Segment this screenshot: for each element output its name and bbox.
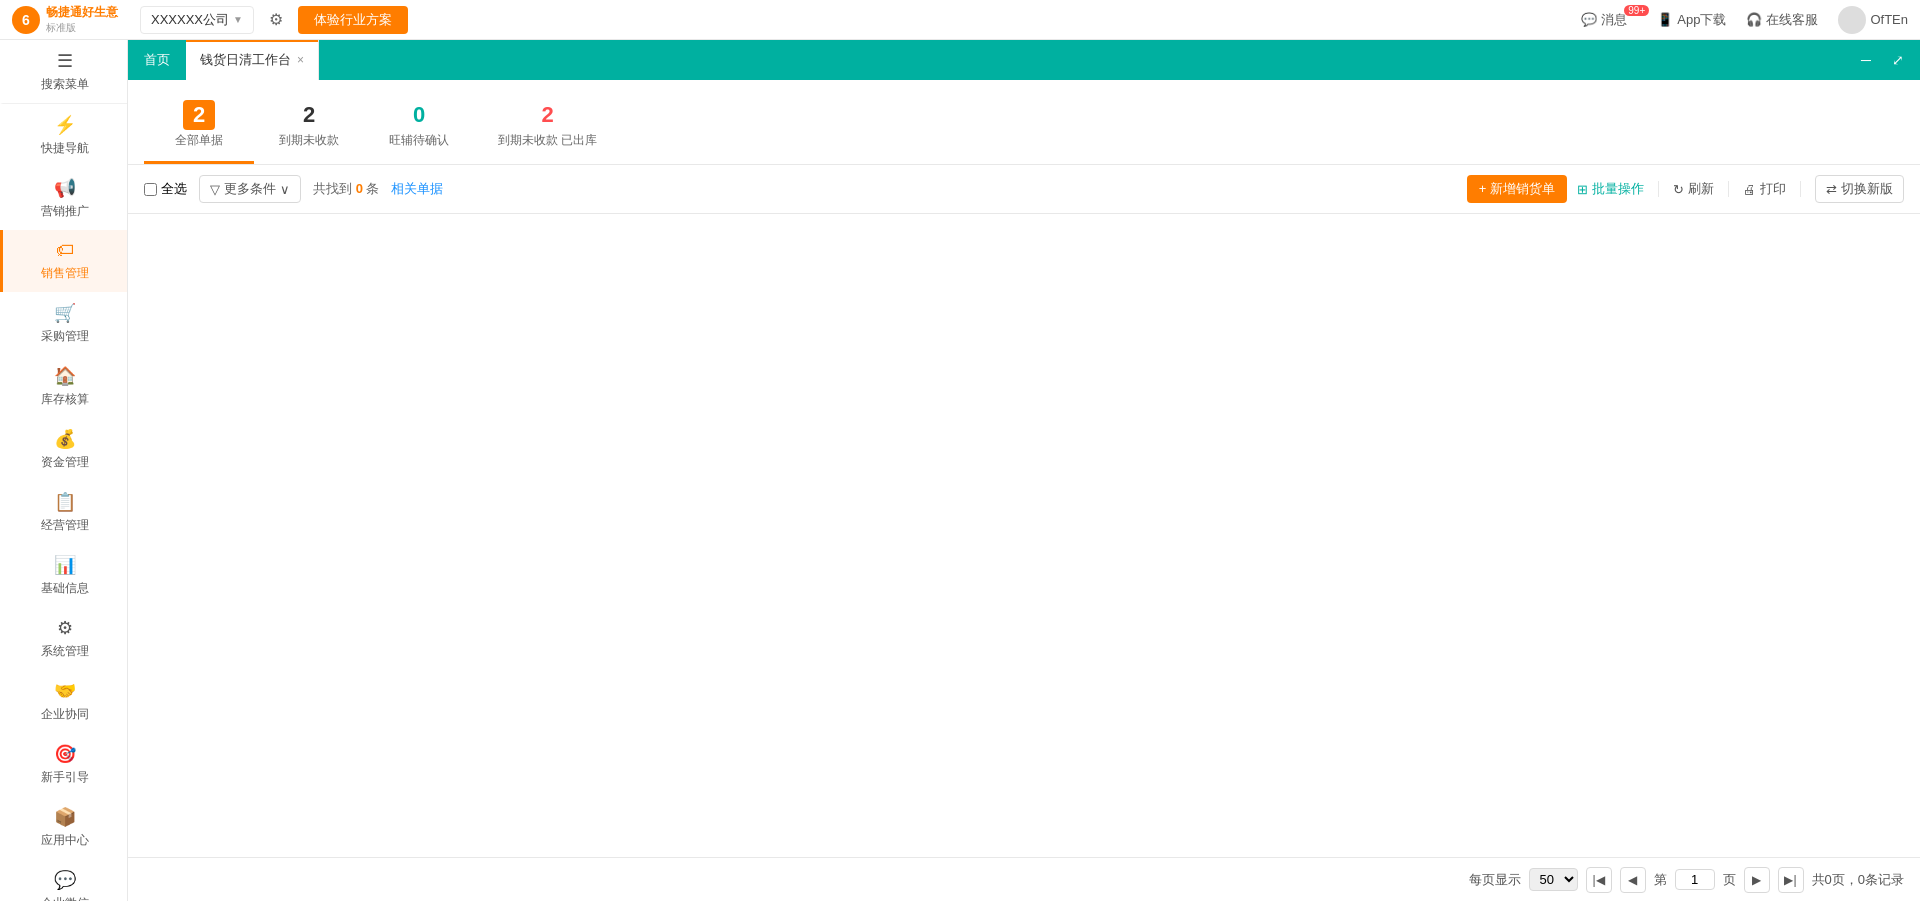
system-icon: ⚙ — [57, 617, 73, 639]
sidebar-item-search-menu[interactable]: ☰ 搜索菜单 — [0, 40, 127, 104]
sidebar-item-basic-info[interactable]: 📊 基础信息 — [0, 544, 127, 607]
refresh-button[interactable]: ↻ 刷新 — [1673, 180, 1714, 198]
app-logo-icon: 6 — [12, 6, 40, 34]
tab-close-icon[interactable]: × — [297, 53, 304, 67]
home-icon: 🏠 — [54, 365, 76, 387]
sidebar-item-wechat[interactable]: 💬 企业微信 — [0, 859, 127, 901]
marketing-icon: 📢 — [54, 177, 76, 199]
sidebar-item-inventory[interactable]: 🏠 库存核算 — [0, 355, 127, 418]
print-icon: 🖨 — [1743, 182, 1756, 197]
tag-icon: 🏷 — [56, 240, 74, 261]
dropdown-arrow-icon: ▼ — [233, 14, 243, 25]
more-filter-button[interactable]: ▽ 更多条件 ∨ — [199, 175, 301, 203]
sidebar-item-purchase[interactable]: 🛒 采购管理 — [0, 292, 127, 355]
top-bar: 6 畅捷通好生意 标准版 XXXXXX公司 ▼ ⚙ 体验行业方案 💬 消息 99… — [0, 0, 1920, 40]
sidebar: ☰ 搜索菜单 ⚡ 快捷导航 📢 营销推广 🏷 销售管理 🛒 采购管理 🏠 库存核… — [0, 40, 128, 901]
page-size-select[interactable]: 50 — [1529, 868, 1578, 891]
batch-icon: ⊞ — [1577, 182, 1588, 197]
message-icon: 💬 — [1581, 12, 1597, 27]
sidebar-item-finance[interactable]: 💰 资金管理 — [0, 418, 127, 481]
filter-icon: ▽ — [210, 182, 220, 197]
box-icon: 📦 — [54, 806, 76, 828]
lightning-icon: ⚡ — [54, 114, 76, 136]
stat-card-overdue-unshipped[interactable]: 2 到期未收款 已出库 — [474, 92, 621, 164]
tab-home[interactable]: 首页 — [128, 40, 186, 80]
sidebar-item-marketing[interactable]: 📢 营销推广 — [0, 167, 127, 230]
pagination-bar: 每页显示 50 |◀ ◀ 第 页 ▶ ▶| 共0页，0条记录 — [128, 857, 1920, 901]
select-all-checkbox[interactable]: 全选 — [144, 180, 187, 198]
sidebar-item-quick-nav[interactable]: ⚡ 快捷导航 — [0, 104, 127, 167]
handshake-icon: 🤝 — [54, 680, 76, 702]
cart-icon: 🛒 — [54, 302, 76, 324]
clipboard-icon: 📋 — [54, 491, 76, 513]
divider — [1658, 181, 1659, 197]
chat-icon: 💬 — [54, 869, 76, 891]
sidebar-item-sales[interactable]: 🏷 销售管理 — [0, 230, 127, 292]
page-content: 2 全部单据 2 到期未收款 0 旺辅待确认 2 到期未收款 已出库 — [128, 80, 1920, 901]
logo-text: 畅捷通好生意 标准版 — [46, 4, 118, 35]
toolbar: 全选 ▽ 更多条件 ∨ 共找到 0 条 相关单据 + 新增销货单 ⊞ — [128, 165, 1920, 214]
sidebar-item-system[interactable]: ⚙ 系统管理 — [0, 607, 127, 670]
switch-version-button[interactable]: ⇄ 切换新版 — [1815, 175, 1904, 203]
online-service-item[interactable]: 🎧 在线客服 — [1746, 11, 1818, 29]
tab-workbench[interactable]: 钱货日清工作台 × — [186, 40, 319, 80]
phone-icon: 📱 — [1657, 12, 1673, 27]
top-right-area: 💬 消息 99+ 📱 App下载 🎧 在线客服 OfTEn — [1581, 6, 1908, 34]
target-icon: 🎯 — [54, 743, 76, 765]
tab-minimize-button[interactable]: ─ — [1852, 46, 1880, 74]
print-button[interactable]: 🖨 打印 — [1743, 180, 1786, 198]
first-page-button[interactable]: |◀ — [1586, 867, 1612, 893]
settings-icon[interactable]: ⚙ — [262, 6, 290, 34]
company-selector[interactable]: XXXXXX公司 ▼ — [140, 6, 254, 34]
avatar — [1838, 6, 1866, 34]
batch-ops-button[interactable]: ⊞ 批量操作 — [1577, 180, 1644, 198]
tab-maximize-button[interactable]: ⤢ — [1884, 46, 1912, 74]
switch-icon: ⇄ — [1826, 182, 1837, 197]
related-orders-link[interactable]: 相关单据 — [391, 180, 443, 198]
divider2 — [1728, 181, 1729, 197]
message-item[interactable]: 💬 消息 99+ — [1581, 11, 1637, 29]
new-sales-order-button[interactable]: + 新增销货单 — [1467, 175, 1567, 203]
headset-icon: 🎧 — [1746, 12, 1762, 27]
last-page-button[interactable]: ▶| — [1778, 867, 1804, 893]
logo-area: 6 畅捷通好生意 标准版 — [12, 4, 140, 35]
content-area: 首页 钱货日清工作台 × ─ ⤢ 2 全部单据 2 到期未收款 — [128, 40, 1920, 901]
main-layout: ☰ 搜索菜单 ⚡ 快捷导航 📢 营销推广 🏷 销售管理 🛒 采购管理 🏠 库存核… — [0, 40, 1920, 901]
prev-page-button[interactable]: ◀ — [1620, 867, 1646, 893]
toolbar-right: + 新增销货单 ⊞ 批量操作 ↻ 刷新 🖨 打印 — [1467, 175, 1904, 203]
app-download-item[interactable]: 📱 App下载 — [1657, 11, 1726, 29]
tab-right-actions: ─ ⤢ — [1852, 40, 1920, 80]
search-menu-icon: ☰ — [57, 50, 73, 72]
sidebar-item-cooperation[interactable]: 🤝 企业协同 — [0, 670, 127, 733]
stat-card-all[interactable]: 2 全部单据 — [144, 92, 254, 164]
page-number-input[interactable] — [1675, 869, 1715, 890]
try-industry-button[interactable]: 体验行业方案 — [298, 6, 408, 34]
tab-bar: 首页 钱货日清工作台 × ─ ⤢ — [128, 40, 1920, 80]
next-page-button[interactable]: ▶ — [1744, 867, 1770, 893]
database-icon: 📊 — [54, 554, 76, 576]
sidebar-item-operations[interactable]: 📋 经营管理 — [0, 481, 127, 544]
sidebar-item-app-center[interactable]: 📦 应用中心 — [0, 796, 127, 859]
stat-card-pending-confirm[interactable]: 0 旺辅待确认 — [364, 92, 474, 164]
divider3 — [1800, 181, 1801, 197]
sidebar-item-guide[interactable]: 🎯 新手引导 — [0, 733, 127, 796]
chevron-down-icon: ∨ — [280, 182, 290, 197]
select-all-input[interactable] — [144, 183, 157, 196]
refresh-icon: ↻ — [1673, 182, 1684, 197]
table-area — [128, 214, 1920, 857]
avatar-area[interactable]: OfTEn — [1838, 6, 1908, 34]
stats-bar: 2 全部单据 2 到期未收款 0 旺辅待确认 2 到期未收款 已出库 — [128, 80, 1920, 165]
stat-card-overdue-unpaid[interactable]: 2 到期未收款 — [254, 92, 364, 164]
money-icon: 💰 — [54, 428, 76, 450]
